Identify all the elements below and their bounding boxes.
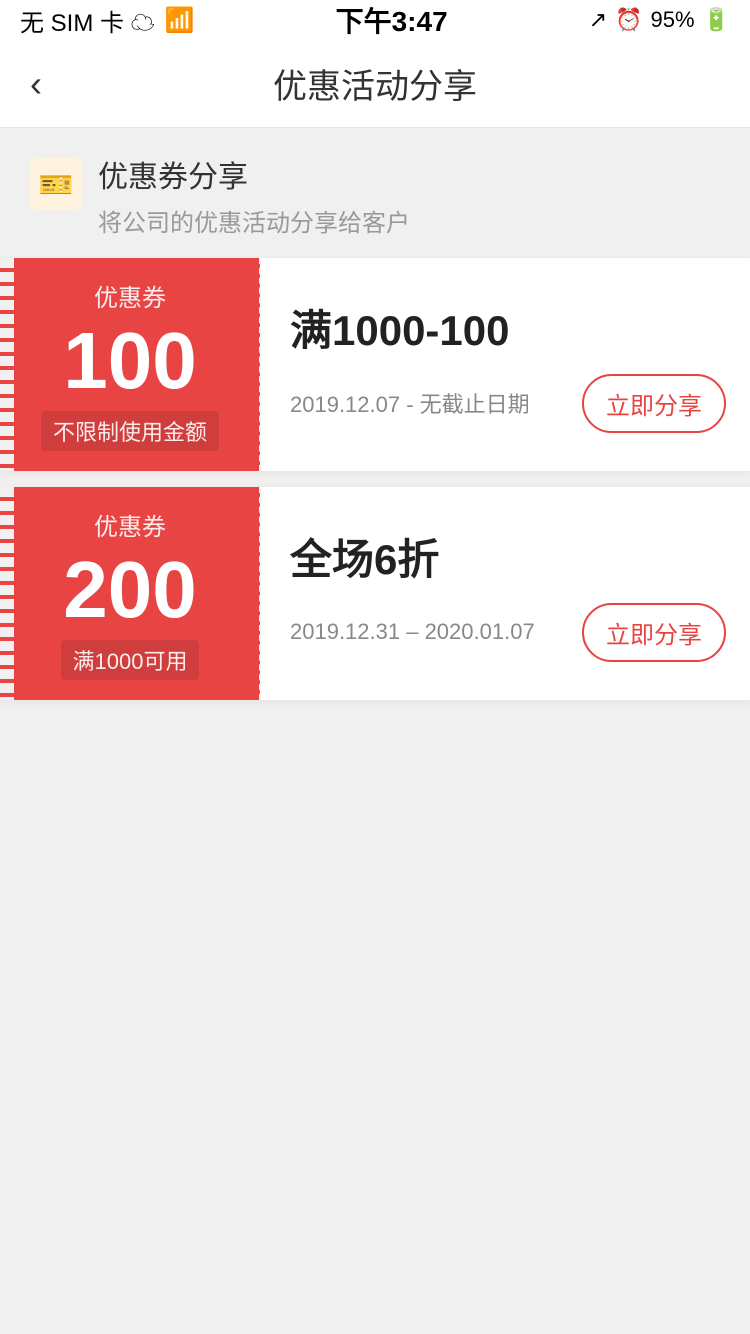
- svg-text:🎫: 🎫: [39, 169, 74, 200]
- empty-area: [0, 756, 750, 1256]
- coupon-left-2: 优惠券 200 满1000可用: [0, 487, 260, 700]
- coupon-amount-2: 200: [63, 550, 196, 630]
- coupon-section-icon: 🎫: [30, 158, 82, 210]
- share-button-1[interactable]: 立即分享: [582, 374, 726, 433]
- status-bar: 无 SIM 卡 ☁ 📶 下午3:47 ↗ ⏰ 95% 🔋: [0, 0, 750, 40]
- coupon-card-2: 优惠券 200 满1000可用 全场6折 2019.12.31 – 2020.0…: [0, 487, 750, 700]
- location-icon: ↗: [589, 7, 607, 33]
- coupon-type-2: 优惠券: [94, 507, 166, 542]
- share-button-2[interactable]: 立即分享: [582, 603, 726, 662]
- coupon-amount-1: 100: [63, 321, 196, 401]
- section-title: 优惠券分享: [98, 158, 410, 197]
- coupon-card-1: 优惠券 100 不限制使用金额 满1000-100 2019.12.07 - 无…: [0, 258, 750, 471]
- section-subtitle: 将公司的优惠活动分享给客户: [98, 203, 410, 238]
- back-button[interactable]: ‹: [30, 63, 42, 105]
- coupon-type-1: 优惠券: [94, 278, 166, 313]
- coupon-name-1: 满1000-100: [290, 297, 726, 358]
- page-title: 优惠活动分享: [273, 59, 477, 108]
- coupon-name-2: 全场6折: [290, 526, 726, 587]
- status-right: ↗ ⏰ 95% 🔋: [589, 7, 730, 33]
- sim-label: 无 SIM 卡 ☁: [20, 3, 155, 38]
- coupon-list: 优惠券 100 不限制使用金额 满1000-100 2019.12.07 - 无…: [0, 258, 750, 756]
- status-left: 无 SIM 卡 ☁ 📶: [20, 3, 195, 38]
- status-time: 下午3:47: [336, 0, 448, 40]
- coupon-condition-2: 满1000可用: [61, 640, 200, 680]
- section-text: 优惠券分享 将公司的优惠活动分享给客户: [98, 158, 410, 238]
- coupon-right-1: 满1000-100 2019.12.07 - 无截止日期 立即分享: [260, 258, 750, 471]
- coupon-left-1: 优惠券 100 不限制使用金额: [0, 258, 260, 471]
- coupon-condition-1: 不限制使用金额: [41, 411, 219, 451]
- coupon-date-1: 2019.12.07 - 无截止日期: [290, 387, 530, 419]
- coupon-footer-1: 2019.12.07 - 无截止日期 立即分享: [290, 374, 726, 433]
- coupon-footer-2: 2019.12.31 – 2020.01.07 立即分享: [290, 603, 726, 662]
- nav-bar: ‹ 优惠活动分享: [0, 40, 750, 128]
- coupon-right-2: 全场6折 2019.12.31 – 2020.01.07 立即分享: [260, 487, 750, 700]
- battery-icon: 🔋: [703, 7, 730, 33]
- section-header: 🎫 优惠券分享 将公司的优惠活动分享给客户: [0, 128, 750, 258]
- wifi-icon: 📶: [165, 6, 195, 35]
- coupon-date-2: 2019.12.31 – 2020.01.07: [290, 619, 535, 645]
- alarm-icon: ⏰: [615, 7, 642, 33]
- battery-label: 95%: [651, 7, 695, 33]
